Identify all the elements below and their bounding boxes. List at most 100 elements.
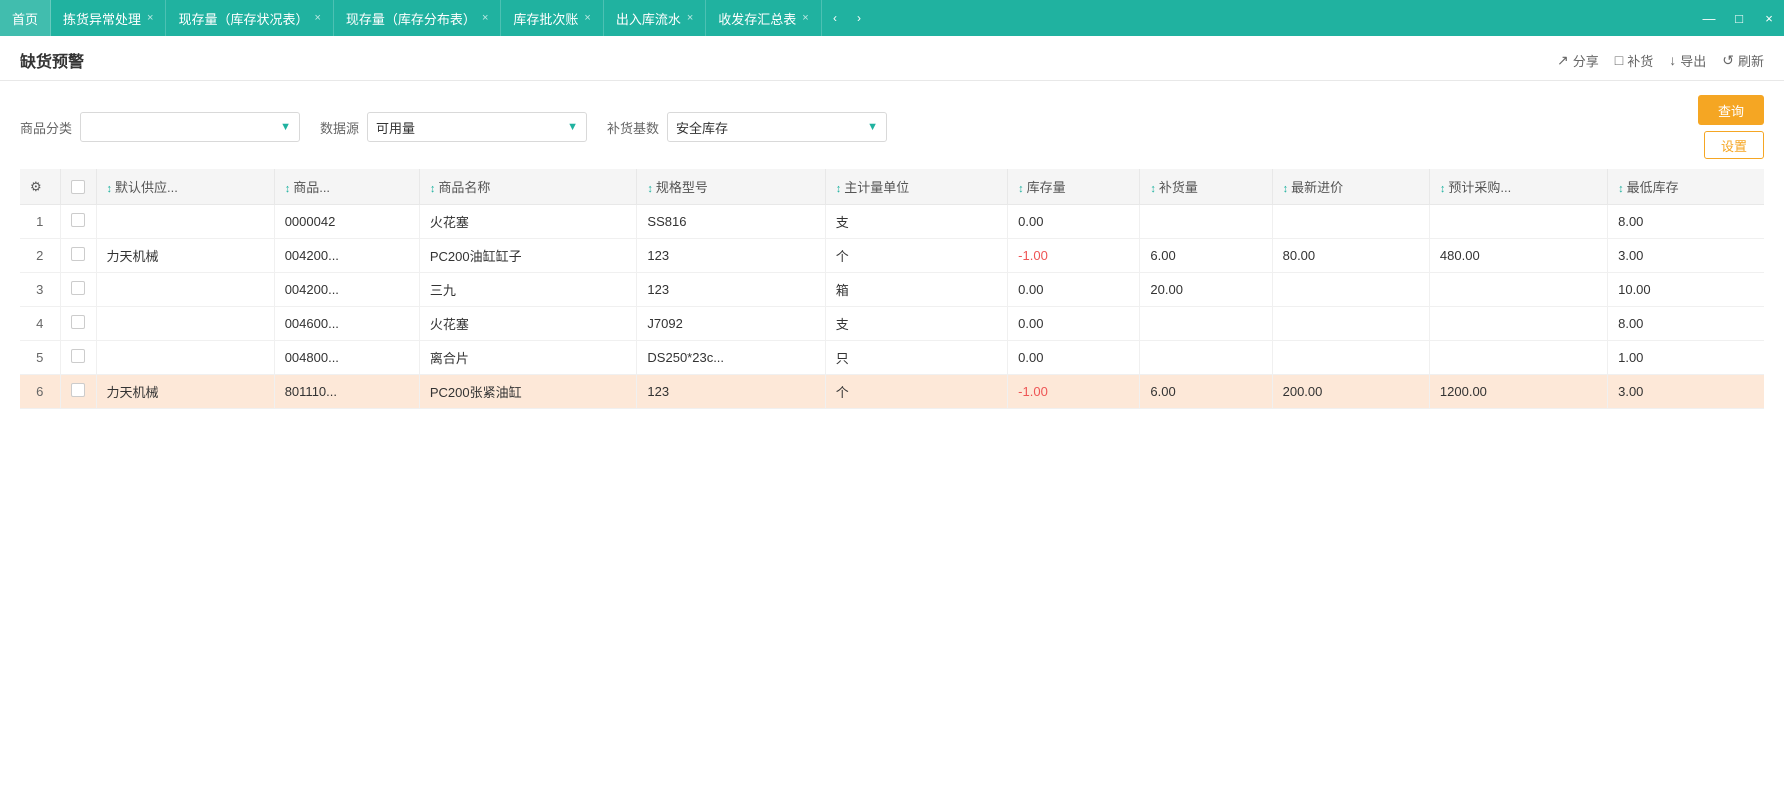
query-button[interactable]: 查询 (1698, 95, 1764, 125)
row-select-2[interactable] (71, 247, 85, 261)
th-replenish-qty[interactable]: ↕补货量 (1140, 169, 1272, 205)
tab-close-inout-flow[interactable]: × (687, 12, 693, 24)
row-select-5[interactable] (71, 349, 85, 363)
row-checkbox-6[interactable] (60, 375, 96, 409)
maximize-button[interactable]: □ (1724, 0, 1754, 36)
export-icon: ↓ (1669, 52, 1676, 68)
tab-close-inventory-status[interactable]: × (314, 12, 320, 24)
th-spec[interactable]: ↕规格型号 (637, 169, 825, 205)
th-unit[interactable]: ↕主计量单位 (825, 169, 1007, 205)
datasource-select[interactable]: 可用量 ▼ (367, 112, 587, 142)
tab-nav-right[interactable]: › (847, 0, 871, 36)
tab-label-recv-summary: 收发存汇总表 (718, 9, 796, 28)
sort-icon-est: ↕ (1440, 183, 1446, 195)
cell-spec-3: 123 (637, 273, 825, 307)
row-select-3[interactable] (71, 281, 85, 295)
cell-stock-5: 0.00 (1008, 341, 1140, 375)
tab-close-inventory-dist[interactable]: × (482, 12, 488, 24)
table-row: 5 004800... 离合片 DS250*23c... 只 0.00 1.00 (20, 341, 1764, 375)
main-table: ⚙ ↕默认供应... ↕商品... ↕商品名称 ↕规格型号 ↕主计量单位 ↕库存… (20, 169, 1764, 409)
cell-unit-3: 箱 (825, 273, 1007, 307)
cell-stock-3: 0.00 (1008, 273, 1140, 307)
th-est-purchase[interactable]: ↕预计采购... (1429, 169, 1607, 205)
gear-icon[interactable]: ⚙ (30, 179, 42, 194)
cell-code-5: 004800... (274, 341, 419, 375)
tab-inventory-dist[interactable]: 现存量（库存分布表）× (334, 0, 501, 36)
row-checkbox-5[interactable] (60, 341, 96, 375)
cell-supplier-2: 力天机械 (96, 239, 274, 273)
category-select[interactable]: ▼ (80, 112, 300, 142)
tab-label-home: 首页 (12, 9, 38, 28)
datasource-label: 数据源 (320, 118, 359, 137)
tab-inout-flow[interactable]: 出入库流水× (604, 0, 706, 36)
cell-name-1: 火花塞 (419, 205, 637, 239)
th-checkbox (60, 169, 96, 205)
table-area: ⚙ ↕默认供应... ↕商品... ↕商品名称 ↕规格型号 ↕主计量单位 ↕库存… (0, 169, 1784, 409)
tab-abnormal[interactable]: 拣货异常处理× (51, 0, 166, 36)
cell-stock-4: 0.00 (1008, 307, 1140, 341)
share-button[interactable]: ↗ 分享 (1557, 51, 1599, 70)
page-container: 缺货预警 ↗ 分享 □ 补货 ↓ 导出 ↺ 刷新 商品分类 (0, 36, 1784, 796)
refresh-button[interactable]: ↺ 刷新 (1722, 51, 1764, 70)
select-all-checkbox[interactable] (71, 180, 85, 194)
th-default-supplier[interactable]: ↕默认供应... (96, 169, 274, 205)
row-select-1[interactable] (71, 213, 85, 227)
table-row: 6 力天机械 801110... PC200张紧油缸 123 个 -1.00 6… (20, 375, 1764, 409)
sort-icon-stock: ↕ (1018, 183, 1024, 195)
cell-name-2: PC200油缸缸子 (419, 239, 637, 273)
cell-unit-4: 支 (825, 307, 1007, 341)
table-row: 2 力天机械 004200... PC200油缸缸子 123 个 -1.00 6… (20, 239, 1764, 273)
cell-minstock-1: 8.00 (1608, 205, 1764, 239)
cell-price-4 (1272, 307, 1429, 341)
cell-code-1: 0000042 (274, 205, 419, 239)
tab-batch-account[interactable]: 库存批次账× (501, 0, 603, 36)
row-checkbox-3[interactable] (60, 273, 96, 307)
tab-close-abnormal[interactable]: × (147, 12, 153, 24)
category-dropdown-icon: ▼ (280, 121, 291, 133)
cell-supplier-1 (96, 205, 274, 239)
export-button[interactable]: ↓ 导出 (1669, 51, 1706, 70)
sort-icon-unit: ↕ (836, 183, 842, 195)
cell-code-6: 801110... (274, 375, 419, 409)
row-select-6[interactable] (71, 383, 85, 397)
cell-replenish-4 (1140, 307, 1272, 341)
tab-inventory-status[interactable]: 现存量（库存状况表）× (166, 0, 333, 36)
tab-home[interactable]: 首页 (0, 0, 51, 36)
refresh-icon: ↺ (1722, 52, 1734, 69)
replenish-button[interactable]: □ 补货 (1615, 51, 1653, 70)
th-stock-qty[interactable]: ↕库存量 (1008, 169, 1140, 205)
page-title: 缺货预警 (20, 48, 84, 72)
table-body: 1 0000042 火花塞 SS816 支 0.00 8.00 2 力天机械 0… (20, 205, 1764, 409)
header-actions: ↗ 分享 □ 补货 ↓ 导出 ↺ 刷新 (1557, 51, 1764, 70)
sort-icon-spec: ↕ (647, 183, 653, 195)
row-select-4[interactable] (71, 315, 85, 329)
sort-icon-supplier: ↕ (107, 183, 113, 195)
cell-minstock-6: 3.00 (1608, 375, 1764, 409)
refresh-label: 刷新 (1738, 51, 1764, 70)
row-checkbox-4[interactable] (60, 307, 96, 341)
th-goods-code[interactable]: ↕商品... (274, 169, 419, 205)
cell-supplier-6: 力天机械 (96, 375, 274, 409)
replenish-base-dropdown-icon: ▼ (867, 121, 878, 133)
cell-minstock-4: 8.00 (1608, 307, 1764, 341)
tab-close-recv-summary[interactable]: × (802, 12, 808, 24)
row-checkbox-1[interactable] (60, 205, 96, 239)
tab-close-batch-account[interactable]: × (584, 12, 590, 24)
settings-button[interactable]: 设置 (1704, 131, 1764, 159)
th-min-stock[interactable]: ↕最低库存 (1608, 169, 1764, 205)
cell-unit-6: 个 (825, 375, 1007, 409)
tab-nav-left[interactable]: ‹ (823, 0, 847, 36)
th-goods-name[interactable]: ↕商品名称 (419, 169, 637, 205)
row-num-6: 6 (20, 375, 60, 409)
sort-icon-price: ↕ (1283, 183, 1289, 195)
row-checkbox-2[interactable] (60, 239, 96, 273)
filter-actions: 查询 设置 (1698, 95, 1764, 159)
th-latest-price[interactable]: ↕最新进价 (1272, 169, 1429, 205)
close-window-button[interactable]: × (1754, 0, 1784, 36)
minimize-button[interactable]: — (1694, 0, 1724, 36)
replenish-base-select[interactable]: 安全库存 ▼ (667, 112, 887, 142)
cell-price-6: 200.00 (1272, 375, 1429, 409)
replenish-base-value: 安全库存 (676, 118, 728, 137)
datasource-filter-group: 数据源 可用量 ▼ (320, 112, 587, 142)
tab-recv-summary[interactable]: 收发存汇总表 × (706, 0, 821, 36)
